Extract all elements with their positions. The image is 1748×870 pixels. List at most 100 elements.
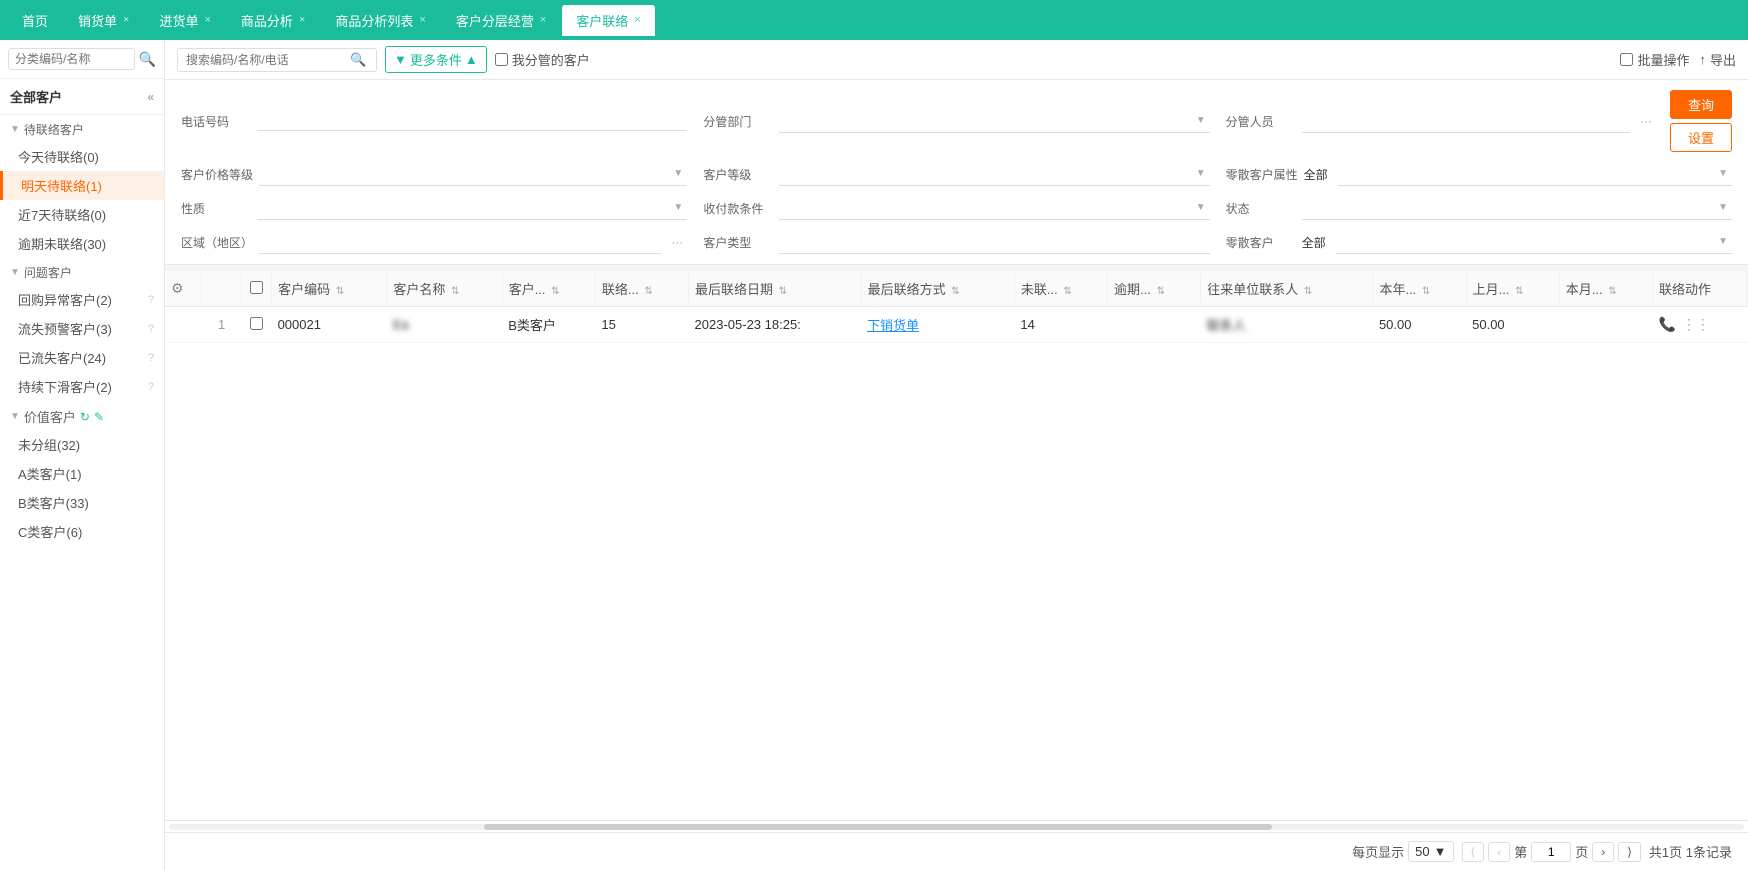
sidebar-item-class-a[interactable]: A类客户(1): [0, 459, 164, 488]
table-header-row: ⚙ 客户编码 ⇅ 客户名称 ⇅: [165, 271, 1748, 307]
help-icon-lost: ?: [148, 352, 154, 364]
page-input[interactable]: [1531, 842, 1571, 862]
sidebar-item-class-c[interactable]: C类客户(6): [0, 517, 164, 546]
filter-select-payment[interactable]: ▼: [779, 196, 1209, 220]
sort-icon-overdue[interactable]: ⇅: [1157, 286, 1165, 297]
query-button[interactable]: 查询: [1670, 90, 1732, 119]
sort-icon-last-method[interactable]: ⇅: [951, 286, 959, 297]
sort-icon-name[interactable]: ⇅: [451, 286, 459, 297]
nav-customer-contact-close[interactable]: ×: [634, 14, 640, 26]
horizontal-scrollbar[interactable]: [165, 820, 1748, 832]
my-customers-checkbox[interactable]: [495, 53, 508, 66]
sidebar-item-week7[interactable]: 近7天待联络(0): [0, 200, 164, 229]
sidebar-item-lost[interactable]: 已流失客户(24) ?: [0, 343, 164, 372]
sort-icon-this-month[interactable]: ⇅: [1608, 286, 1616, 297]
last-page-btn[interactable]: ⟩: [1618, 842, 1641, 862]
filter-input-phone[interactable]: [257, 112, 687, 131]
export-btn[interactable]: ↑ 导出: [1699, 50, 1736, 69]
filter-select-zero-attr[interactable]: ▼: [1338, 162, 1732, 186]
sort-icon-uncontacted[interactable]: ⇅: [1063, 286, 1071, 297]
nav-customer-tier[interactable]: 客户分层经营 ×: [442, 5, 560, 36]
nav-customer-tier-close[interactable]: ×: [540, 14, 546, 26]
sort-icon-contact[interactable]: ⇅: [644, 286, 652, 297]
sidebar-item-lost-label: 已流失客户(24): [18, 348, 106, 367]
sidebar-item-ungrouped[interactable]: 未分组(32): [0, 430, 164, 459]
filter-search-icon[interactable]: 🔍: [350, 52, 366, 68]
row-last-method[interactable]: 下销货单: [867, 318, 919, 333]
row-unit-contact-cell: 联系人: [1201, 307, 1373, 343]
filter-select-price-level[interactable]: ▼: [259, 162, 687, 186]
nav-goods-analysis[interactable]: 商品分析 ×: [227, 5, 319, 36]
action-call-icon[interactable]: 📞: [1658, 316, 1675, 333]
filter-select-zero-cust[interactable]: ▼: [1336, 230, 1732, 254]
row-last-month-cell: 50.00: [1466, 307, 1559, 343]
filter-dots-region[interactable]: ···: [667, 233, 687, 251]
sidebar-item-class-a-label: A类客户(1): [18, 464, 82, 483]
filter-select-person[interactable]: [1302, 109, 1630, 133]
sidebar-item-continuous-decline[interactable]: 持续下滑客户(2) ?: [0, 372, 164, 401]
sidebar-search-input[interactable]: [8, 48, 135, 70]
nav-sales-close[interactable]: ×: [123, 14, 129, 26]
filter-select-cust-level[interactable]: ▼: [779, 162, 1209, 186]
filter-search-input[interactable]: [186, 53, 346, 67]
sort-icon-this-year[interactable]: ⇅: [1422, 286, 1430, 297]
nav-goods-analysis-close[interactable]: ×: [299, 14, 305, 26]
more-conditions-btn[interactable]: ▼ 更多条件 ▲: [385, 46, 487, 73]
sidebar-search-icon[interactable]: 🔍: [139, 51, 156, 68]
nav-goods-analysis-list[interactable]: 商品分析列表 ×: [321, 5, 439, 36]
row-this-year-cell: 50.00: [1373, 307, 1466, 343]
nav-goods-analysis-list-close[interactable]: ×: [419, 14, 425, 26]
filter-row-status: 状态 ▼: [1226, 196, 1732, 220]
filter-label-phone: 电话号码: [181, 113, 251, 130]
filter-select-dept[interactable]: ▼: [779, 109, 1209, 133]
nav-purchase-close[interactable]: ×: [204, 14, 210, 26]
next-page-btn[interactable]: ›: [1592, 842, 1614, 862]
page-label: 第: [1514, 842, 1527, 861]
filter-dots-person[interactable]: ···: [1636, 112, 1656, 130]
filter-select-cust-type[interactable]: [779, 230, 1209, 254]
sidebar-item-repurchase-abnormal[interactable]: 回购异常客户(2) ?: [0, 285, 164, 314]
nav-home[interactable]: 首页: [8, 5, 62, 36]
sidebar-item-today[interactable]: 今天待联络(0): [0, 142, 164, 171]
table-row: 1 000021 Ea B类客户: [165, 307, 1748, 343]
filter-select-status[interactable]: ▼: [1302, 196, 1732, 220]
row-check-cell[interactable]: [242, 307, 272, 343]
sort-icon-unit-contact[interactable]: ⇅: [1304, 286, 1312, 297]
sidebar-item-overdue[interactable]: 逾期未联络(30): [0, 229, 164, 258]
row-last-method-cell[interactable]: 下销货单: [861, 307, 1014, 343]
filter-select-region[interactable]: [259, 230, 661, 254]
nav-sales[interactable]: 销货单 ×: [64, 5, 143, 36]
value-refresh-icon[interactable]: ↻: [80, 410, 90, 424]
sidebar-item-loss-risk[interactable]: 流失预警客户(3) ?: [0, 314, 164, 343]
batch-op-btn[interactable]: 批量操作: [1620, 50, 1689, 69]
select-all-checkbox[interactable]: [250, 281, 263, 294]
sort-icon-cust-type[interactable]: ⇅: [551, 286, 559, 297]
my-customers-checkbox-area[interactable]: 我分管的客户: [495, 50, 590, 69]
sidebar-all-customers[interactable]: 全部客户 «: [0, 79, 164, 115]
nav-customer-contact[interactable]: 客户联络 ×: [562, 5, 654, 36]
value-edit-icon[interactable]: ✎: [94, 410, 104, 424]
sidebar-search-area: 🔍: [0, 40, 164, 79]
prev-page-btn[interactable]: ‹: [1488, 842, 1510, 862]
row-code: 000021: [278, 317, 321, 332]
filter-search-box[interactable]: 🔍: [177, 48, 377, 72]
col-this-month-header: 本月... ⇅: [1559, 271, 1652, 307]
sidebar-item-class-b[interactable]: B类客户(33): [0, 488, 164, 517]
setting-button[interactable]: 设置: [1670, 123, 1732, 152]
col-name-label: 客户名称: [393, 282, 445, 297]
row-checkbox[interactable]: [250, 317, 263, 330]
nav-sales-label: 销货单: [78, 11, 117, 30]
filter-select-nature[interactable]: ▼: [257, 196, 687, 220]
col-settings-icon[interactable]: ⚙: [171, 280, 184, 296]
first-page-btn[interactable]: ⟨: [1462, 842, 1485, 862]
sidebar-item-tomorrow[interactable]: 明天待联络(1): [0, 171, 164, 200]
scrollbar-thumb[interactable]: [484, 824, 1272, 830]
batch-op-checkbox[interactable]: [1620, 53, 1633, 66]
sort-icon-code[interactable]: ⇅: [336, 286, 344, 297]
action-more-icon[interactable]: ⋮⋮: [1682, 316, 1710, 333]
col-this-year-header: 本年... ⇅: [1373, 271, 1466, 307]
sort-icon-last-date[interactable]: ⇅: [779, 286, 787, 297]
sort-icon-last-month[interactable]: ⇅: [1515, 286, 1523, 297]
page-size-box[interactable]: 50 ▼: [1408, 841, 1453, 862]
nav-purchase[interactable]: 进货单 ×: [145, 5, 224, 36]
